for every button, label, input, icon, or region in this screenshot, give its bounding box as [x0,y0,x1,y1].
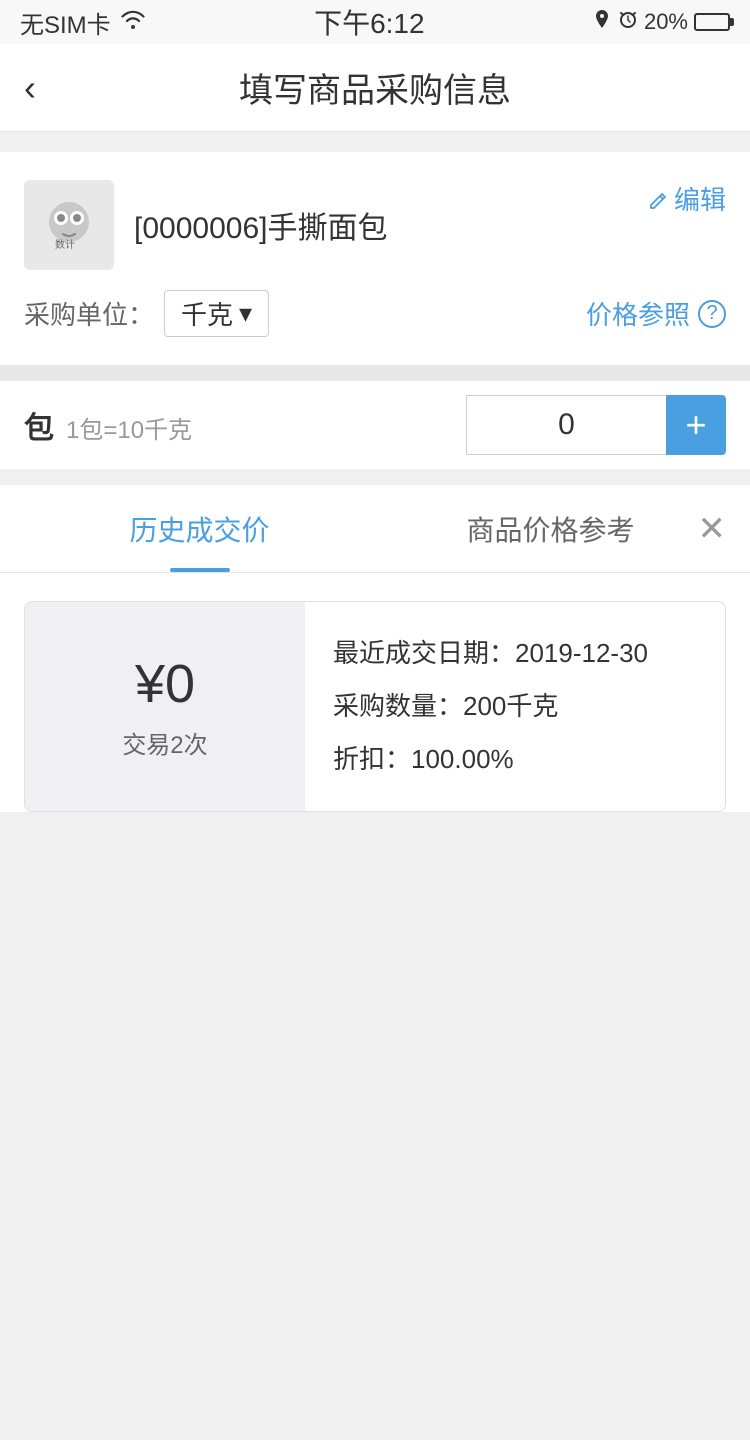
tab-header: 历史成交价 商品价格参考 ✕ [0,485,750,573]
history-discount-value: 100.00% [411,744,514,774]
unit-select[interactable]: 千克 ▾ [164,290,269,337]
battery-percent: 20% [644,9,688,35]
price-reference-button[interactable]: 价格参照 ? [586,295,726,332]
quantity-controls: + [466,395,726,455]
svg-text:数计: 数计 [55,238,75,250]
product-top-row: 数计 [0000006]手撕面包 编辑 [24,180,726,270]
history-trades-count: 交易2次 [122,725,207,760]
edit-label: 编辑 [674,180,726,217]
location-icon [592,9,612,35]
tab-history[interactable]: 历史成交价 [24,485,375,572]
section-divider [0,365,750,381]
tab-reference-label: 商品价格参考 [466,509,634,549]
product-card: 数计 [0000006]手撕面包 编辑 采购单位： 千克 ▾ 价格参照 [0,152,750,365]
wifi-icon [119,8,147,37]
status-carrier: 无SIM卡 [20,5,147,40]
product-id: [0000006] [134,212,267,245]
history-quantity-value: 200千克 [463,691,558,721]
back-button[interactable]: ‹ [24,67,36,109]
history-discount-row: 折扣：100.00% [333,740,697,779]
unit-label: 采购单位： [24,295,154,332]
status-time: 下午6:12 [314,2,425,42]
quantity-row: 包 1包=10千克 + [0,381,750,469]
status-right-area: 20% [592,9,730,35]
battery-icon [694,13,730,31]
unit-row: 采购单位： 千克 ▾ [24,290,269,337]
history-date-value: 2019-12-30 [515,638,648,668]
product-thumbnail: 数计 [24,180,114,270]
quantity-hint: 1包=10千克 [66,410,192,445]
help-icon: ? [698,300,726,328]
page-header: ‹ 填写商品采购信息 [0,44,750,132]
product-bottom-row: 采购单位： 千克 ▾ 价格参照 ? [24,290,726,337]
quantity-unit: 包 [24,403,54,447]
price-ref-label: 价格参照 [586,295,690,332]
quantity-label: 包 1包=10千克 [24,403,192,447]
product-info: 数计 [0000006]手撕面包 [24,180,387,270]
product-name-area: [0000006]手撕面包 [134,203,387,247]
alarm-icon [618,9,638,35]
product-name: 手撕面包 [267,212,387,245]
history-date-label: 最近成交日期： [333,638,515,668]
history-quantity-label: 采购数量： [333,691,463,721]
history-quantity-row: 采购数量：200千克 [333,687,697,726]
quantity-input[interactable] [466,395,666,455]
edit-button[interactable]: 编辑 [648,180,726,217]
unit-value: 千克 [181,295,233,332]
chevron-down-icon: ▾ [239,298,252,329]
history-card: ¥0 交易2次 最近成交日期：2019-12-30 采购数量：200千克 折扣：… [24,601,726,812]
tab-history-underline [170,568,230,572]
page-title: 填写商品采购信息 [239,63,511,112]
product-logo-icon: 数计 [39,190,99,260]
quantity-plus-button[interactable]: + [666,395,726,455]
status-bar: 无SIM卡 下午6:12 20% [0,0,750,44]
history-date-row: 最近成交日期：2019-12-30 [333,634,697,673]
tab-history-label: 历史成交价 [129,509,269,549]
main-content-area [0,840,750,1440]
tab-close-button[interactable]: ✕ [698,509,727,549]
history-discount-label: 折扣： [333,744,411,774]
history-price-area: ¥0 交易2次 [25,602,305,811]
tab-panel: 历史成交价 商品价格参考 ✕ ¥0 交易2次 最近成交日期：2019-12-30… [0,485,750,812]
tab-reference[interactable]: 商品价格参考 [375,485,726,572]
history-details: 最近成交日期：2019-12-30 采购数量：200千克 折扣：100.00% [305,602,725,811]
history-price-value: ¥0 [135,653,195,715]
